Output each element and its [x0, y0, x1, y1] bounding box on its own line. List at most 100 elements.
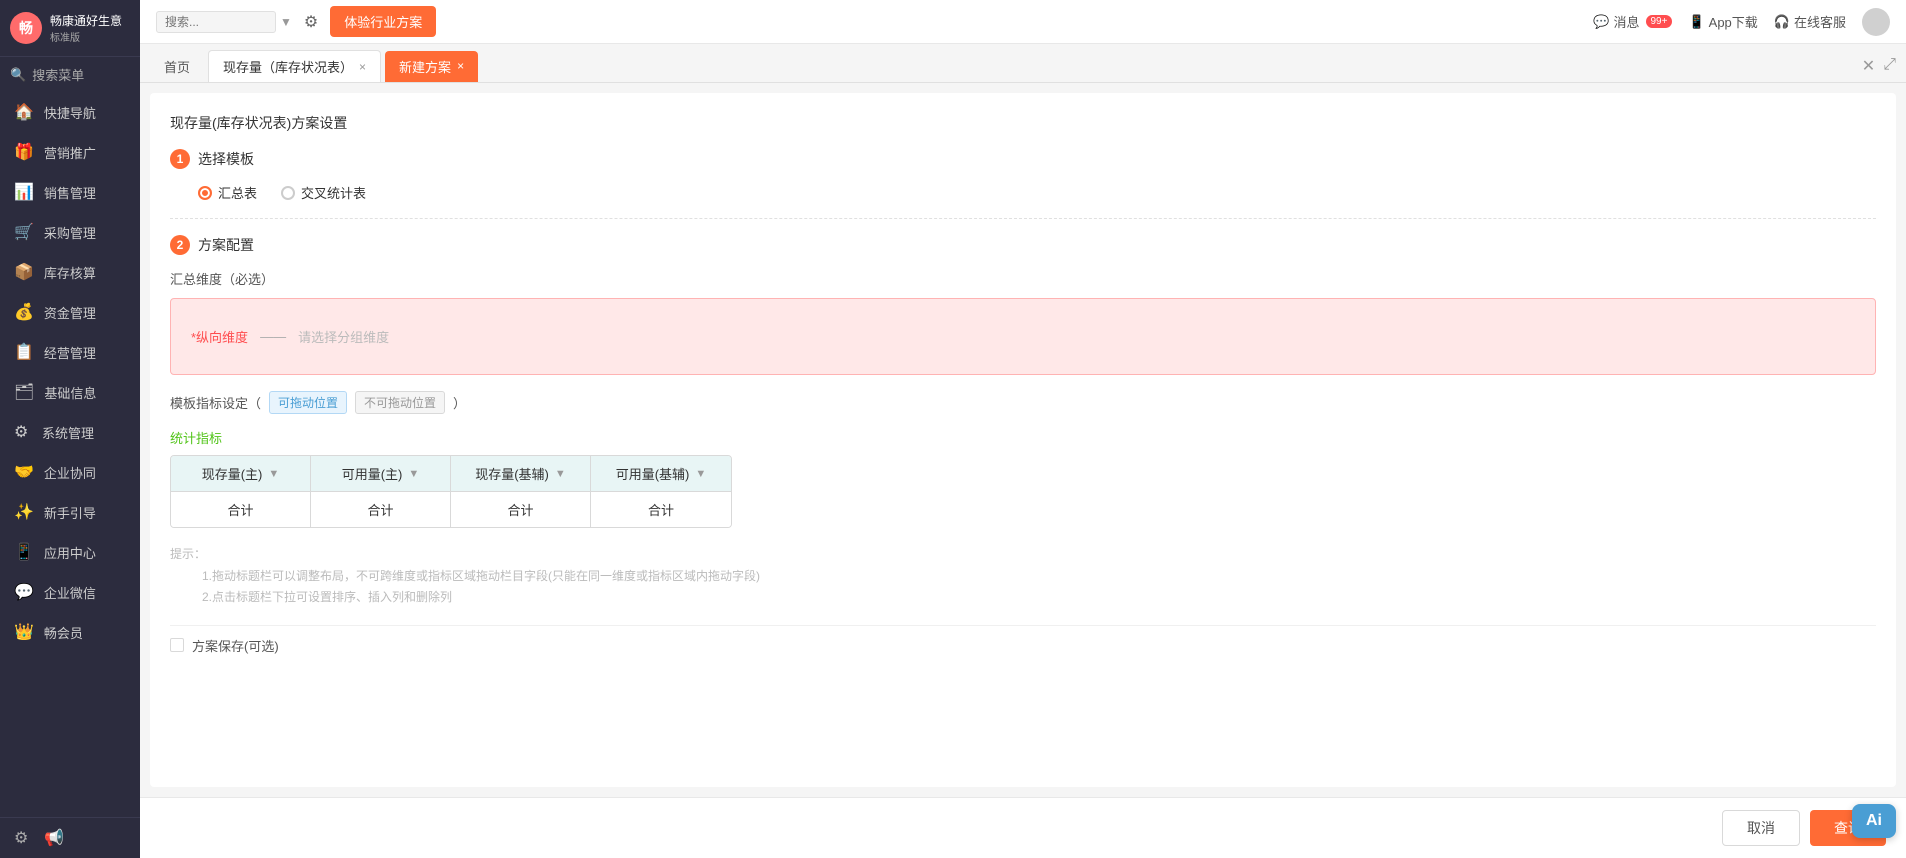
col3-dropdown-icon[interactable]: ▼	[695, 468, 706, 480]
main-content: ▼ ⚙ 体验行业方案 💬 消息 99+ 📱 App下载 🎧 在线客服 首页	[140, 0, 1906, 858]
sparkle-icon: ✨	[14, 502, 34, 522]
search-menu[interactable]: 🔍 搜索菜单	[0, 57, 140, 92]
user-avatar[interactable]	[1862, 8, 1890, 36]
settings-bottom-icon[interactable]: ⚙	[14, 828, 28, 848]
tab-new-scheme[interactable]: 新建方案 ×	[385, 51, 478, 82]
speaker-icon[interactable]: 📢	[44, 828, 64, 848]
sidebar-nav: 🏠 快捷导航 🎁 营销推广 📊 销售管理 🛒 采购管理 📦 库存核算 💰 资金管…	[0, 92, 140, 817]
messages-badge: 99+	[1646, 15, 1673, 28]
template-select-area: 汇总表 交叉统计表	[170, 183, 1876, 219]
sidebar-item-app-center[interactable]: 📱 应用中心	[0, 532, 140, 572]
ai-button[interactable]: Ai	[1852, 804, 1896, 838]
dimension-required-text: *纵向维度	[191, 327, 248, 346]
sidebar: 畅 畅康通好生意 标准版 🔍 搜索菜单 🏠 快捷导航 🎁 营销推广 📊 销售管理…	[0, 0, 140, 858]
indicator-settings-label: 模板指标设定（ 可拖动位置 不可拖动位置 ）	[170, 391, 1876, 414]
stats-col-1[interactable]: 可用量(主) ▼	[311, 456, 451, 491]
step1-header: 1 选择模板	[170, 149, 1876, 169]
stats-cell-0: 合计	[171, 492, 311, 527]
sidebar-item-marketing[interactable]: 🎁 营销推广	[0, 132, 140, 172]
chat-icon: 💬	[14, 582, 34, 602]
step1-num: 1	[170, 149, 190, 169]
stats-col-2[interactable]: 现存量(基辅) ▼	[451, 456, 591, 491]
tab-close-btn[interactable]: ✕	[1862, 56, 1875, 76]
stats-table-row: 合计 合计 合计 合计	[171, 491, 731, 527]
step2-title: 方案配置	[198, 235, 254, 255]
topbar-search-area: ▼	[156, 11, 292, 33]
bottom-bar: 取消 查询	[140, 797, 1906, 858]
topbar-search-input[interactable]	[156, 11, 276, 33]
stats-col-0[interactable]: 现存量(主) ▼	[171, 456, 311, 491]
tab-expand-btn[interactable]: ⤢	[1883, 56, 1896, 76]
money-icon: 💰	[14, 302, 34, 322]
sidebar-item-guide[interactable]: ✨ 新手引导	[0, 492, 140, 532]
tab-controls: ✕ ⤢	[1862, 56, 1896, 76]
dimension-placeholder[interactable]: 请选择分组维度	[298, 327, 389, 346]
phone-icon: 📱	[1688, 14, 1704, 30]
cancel-button[interactable]: 取消	[1722, 810, 1800, 846]
stats-table-header: 现存量(主) ▼ 可用量(主) ▼ 现存量(基辅) ▼ 可用量(基辅) ▼	[171, 456, 731, 491]
topbar-gear-icon[interactable]: ⚙	[304, 12, 318, 32]
tab-inventory[interactable]: 现存量（库存状况表） ×	[208, 50, 381, 82]
app-download-btn[interactable]: 📱 App下载	[1688, 12, 1757, 31]
sidebar-item-operations[interactable]: 📋 经营管理	[0, 332, 140, 372]
sidebar-item-system[interactable]: ⚙ 系统管理	[0, 412, 140, 452]
dimension-arrow: ——	[260, 329, 286, 344]
tabs-bar: 首页 现存量（库存状况表） × 新建方案 × ✕ ⤢	[140, 44, 1906, 83]
sidebar-logo: 畅 畅康通好生意 标准版	[0, 0, 140, 57]
stats-cell-1: 合计	[311, 492, 451, 527]
radio-summary-circle	[198, 186, 212, 200]
panel-title: 现存量(库存状况表)方案设置	[170, 113, 1876, 133]
tips-section: 提示： 1.拖动标题栏可以调整布局，不可跨维度或指标区域拖动栏目字段(只能在同一…	[170, 544, 1876, 609]
tip-0: 1.拖动标题栏可以调整布局，不可跨维度或指标区域拖动栏目字段(只能在同一维度或指…	[170, 566, 1876, 588]
step2-header: 2 方案配置	[170, 235, 1876, 255]
topbar-dropdown-icon[interactable]: ▼	[280, 15, 292, 29]
sidebar-item-inventory[interactable]: 📦 库存核算	[0, 252, 140, 292]
online-service-btn[interactable]: 🎧 在线客服	[1774, 12, 1846, 31]
radio-cross-circle	[281, 186, 295, 200]
headset-icon: 🎧	[1774, 14, 1790, 30]
chart-icon: 📊	[14, 182, 34, 202]
tip-1: 2.点击标题栏下拉可设置排序、插入列和删除列	[170, 587, 1876, 609]
sidebar-item-enterprise[interactable]: 🤝 企业协同	[0, 452, 140, 492]
non-draggable-badge: 不可拖动位置	[355, 391, 445, 414]
save-checkbox[interactable]	[170, 638, 184, 652]
sidebar-item-member[interactable]: 👑 畅会员	[0, 612, 140, 652]
crown-icon: 👑	[14, 622, 34, 642]
col0-dropdown-icon[interactable]: ▼	[268, 468, 279, 480]
stats-cell-3: 合计	[591, 492, 731, 527]
sidebar-item-basic-info[interactable]: 🗂 基础信息	[0, 372, 140, 412]
sidebar-item-finance[interactable]: 💰 资金管理	[0, 292, 140, 332]
sidebar-item-quick-nav[interactable]: 🏠 快捷导航	[0, 92, 140, 132]
col1-dropdown-icon[interactable]: ▼	[408, 468, 419, 480]
box-icon: 📦	[14, 262, 34, 282]
indicator-settings: 模板指标设定（ 可拖动位置 不可拖动位置 ）	[170, 391, 1876, 414]
step2-num: 2	[170, 235, 190, 255]
radio-summary[interactable]: 汇总表	[198, 183, 257, 202]
message-icon: 💬	[1593, 14, 1609, 30]
stats-table: 现存量(主) ▼ 可用量(主) ▼ 现存量(基辅) ▼ 可用量(基辅) ▼	[170, 455, 732, 528]
handshake-icon: 🤝	[14, 462, 34, 482]
gift-icon: 🎁	[14, 142, 34, 162]
tab-inventory-close[interactable]: ×	[359, 60, 366, 74]
folder-icon: 🗂	[14, 382, 34, 402]
sidebar-item-purchase[interactable]: 🛒 采购管理	[0, 212, 140, 252]
sidebar-item-sales[interactable]: 📊 销售管理	[0, 172, 140, 212]
cart-icon: 🛒	[14, 222, 34, 242]
tab-new-scheme-close[interactable]: ×	[457, 59, 464, 73]
gear-sidebar-icon: ⚙	[14, 422, 32, 442]
stats-cell-2: 合计	[451, 492, 591, 527]
radio-cross[interactable]: 交叉统计表	[281, 183, 366, 202]
tab-home[interactable]: 首页	[150, 51, 204, 82]
stats-label: 统计指标	[170, 428, 1876, 447]
col2-dropdown-icon[interactable]: ▼	[555, 468, 566, 480]
sidebar-logo-text: 畅康通好生意 标准版	[50, 12, 122, 44]
dimension-box: *纵向维度 —— 请选择分组维度	[170, 298, 1876, 375]
search-icon: 🔍	[10, 67, 26, 83]
stats-col-3[interactable]: 可用量(基辅) ▼	[591, 456, 731, 491]
messages-btn[interactable]: 💬 消息 99+	[1593, 12, 1672, 31]
draggable-badge: 可拖动位置	[269, 391, 347, 414]
trial-btn[interactable]: 体验行业方案	[330, 6, 436, 37]
step1-title: 选择模板	[198, 149, 254, 169]
app-logo-icon: 畅	[10, 12, 42, 44]
sidebar-item-wechat[interactable]: 💬 企业微信	[0, 572, 140, 612]
